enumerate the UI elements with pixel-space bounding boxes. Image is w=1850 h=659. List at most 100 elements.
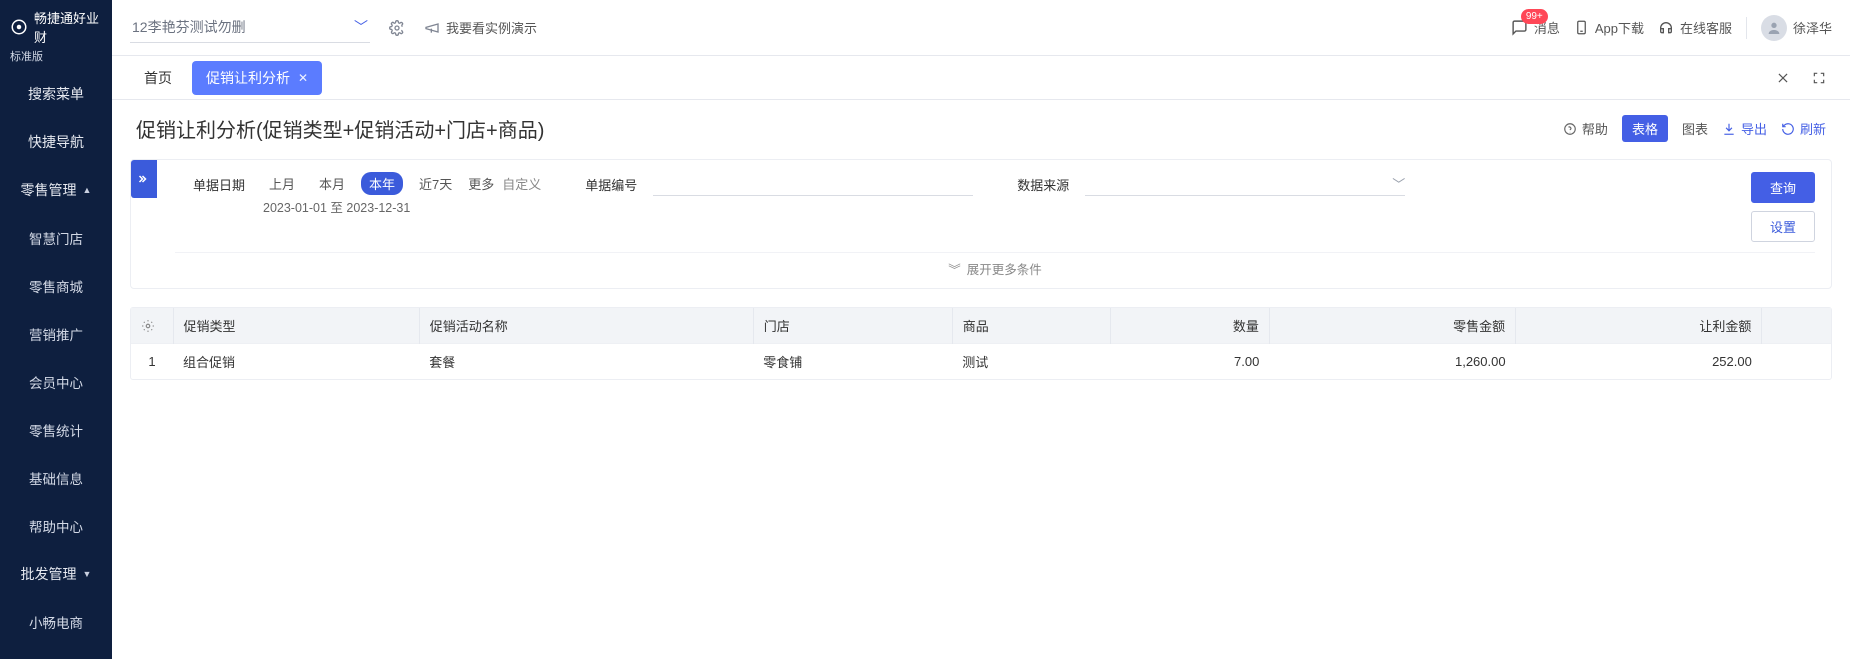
- tab-home[interactable]: 首页: [130, 61, 186, 95]
- col-discount[interactable]: 让利金额: [1516, 308, 1762, 344]
- cell-activity: 套餐: [419, 344, 753, 380]
- cell-product: 测试: [952, 344, 1111, 380]
- sidebar-section-retail[interactable]: 零售管理 ▲: [0, 166, 112, 214]
- filter-code-input[interactable]: [653, 172, 973, 196]
- sidebar-item-marketing[interactable]: 营销推广: [0, 310, 112, 358]
- gear-icon: [141, 319, 163, 333]
- col-type[interactable]: 促销类型: [173, 308, 419, 344]
- tab-promo-analysis[interactable]: 促销让利分析 ✕: [192, 61, 322, 95]
- table-header-row: 促销类型 促销活动名称 门店 商品 数量 零售金额 让利金额: [131, 308, 1831, 344]
- row-index: 1: [131, 344, 173, 380]
- range-last-month[interactable]: 上月: [261, 172, 303, 195]
- download-label: App下载: [1595, 18, 1644, 37]
- range-this-year[interactable]: 本年: [361, 172, 403, 195]
- col-activity[interactable]: 促销活动名称: [419, 308, 753, 344]
- filter-code: 单据编号: [567, 172, 973, 196]
- main: 12李艳芬测试勿删 ﹀ 我要看实例演示 99+ 消息: [112, 0, 1850, 659]
- col-product[interactable]: 商品: [952, 308, 1111, 344]
- filter-panel: 单据日期 上月 本月 本年 近7天 更多 自定义 2023-01-01 至 20…: [130, 159, 1832, 289]
- settings-icon[interactable]: [384, 15, 410, 41]
- user-menu[interactable]: 徐泽华: [1761, 15, 1832, 41]
- table-row[interactable]: 1 组合促销 套餐 零食铺 测试 7.00 1,260.00 252.00: [131, 344, 1831, 380]
- brand: 畅捷通好业财: [0, 0, 112, 48]
- col-sales[interactable]: 零售金额: [1269, 308, 1515, 344]
- demo-link[interactable]: 我要看实例演示: [424, 18, 537, 37]
- tabbar: 首页 促销让利分析 ✕: [112, 56, 1850, 100]
- range-custom[interactable]: 自定义: [502, 174, 541, 193]
- chevron-down-icon: ﹀: [1392, 174, 1405, 193]
- sidebar-section-label: 批发管理: [21, 564, 77, 584]
- filter-source-select[interactable]: ﹀: [1085, 172, 1405, 196]
- chevron-down-icon: ▼: [83, 569, 92, 579]
- double-chevron-down-icon: ︾: [948, 259, 961, 278]
- settings-button[interactable]: 设置: [1751, 211, 1815, 242]
- support-action[interactable]: 在线客服: [1658, 18, 1732, 37]
- cell-discount: 252.00: [1516, 344, 1762, 380]
- export-button[interactable]: 导出: [1722, 119, 1767, 138]
- sidebar-nav: 搜索菜单 快捷导航 零售管理 ▲ 智慧门店 零售商城 营销推广 会员中心 零售统…: [0, 70, 112, 646]
- range-this-month[interactable]: 本月: [311, 172, 353, 195]
- megaphone-icon: [424, 20, 440, 36]
- demo-link-label: 我要看实例演示: [446, 18, 537, 37]
- filter-source-label: 数据来源: [999, 172, 1069, 194]
- export-icon: [1722, 122, 1736, 136]
- filter-code-label: 单据编号: [567, 172, 637, 194]
- brand-edition: 标准版: [0, 48, 112, 70]
- cell-qty: 7.00: [1111, 344, 1270, 380]
- sidebar-item-ecommerce[interactable]: 小畅电商: [0, 598, 112, 646]
- range-more[interactable]: 更多: [468, 174, 494, 193]
- results-table: 促销类型 促销活动名称 门店 商品 数量 零售金额 让利金额 1 组合促销 套: [130, 307, 1832, 380]
- tab-label: 首页: [144, 68, 172, 88]
- sidebar-quicknav[interactable]: 快捷导航: [0, 118, 112, 166]
- download-action[interactable]: App下载: [1574, 18, 1644, 37]
- col-store[interactable]: 门店: [753, 308, 952, 344]
- col-settings[interactable]: [131, 308, 173, 344]
- help-icon: [1563, 122, 1577, 136]
- expand-more-conditions[interactable]: ︾ 展开更多条件: [175, 252, 1815, 284]
- user-name: 徐泽华: [1793, 18, 1832, 37]
- view-chart-label: 图表: [1682, 119, 1708, 138]
- sidebar-search[interactable]: 搜索菜单: [0, 70, 112, 118]
- sidebar-item-baseinfo[interactable]: 基础信息: [0, 454, 112, 502]
- filter-date: 单据日期 上月 本月 本年 近7天 更多 自定义 2023-01-01 至 20…: [175, 172, 541, 216]
- expand-handle[interactable]: [131, 160, 157, 198]
- refresh-label: 刷新: [1800, 119, 1826, 138]
- cell-sales: 1,260.00: [1269, 344, 1515, 380]
- org-name: 12李艳芬测试勿删: [132, 17, 246, 37]
- tab-close-button[interactable]: [1770, 65, 1796, 91]
- separator: [1746, 17, 1747, 39]
- view-table-button[interactable]: 表格: [1622, 115, 1668, 142]
- org-select[interactable]: 12李艳芬测试勿删 ﹀: [130, 13, 370, 42]
- query-button[interactable]: 查询: [1751, 172, 1815, 203]
- cell-type: 组合促销: [173, 344, 419, 380]
- tab-label: 促销让利分析: [206, 68, 290, 88]
- sidebar-item-smartstore[interactable]: 智慧门店: [0, 214, 112, 262]
- date-range-text: 2023-01-01 至 2023-12-31: [261, 197, 541, 216]
- help-button[interactable]: 帮助: [1563, 119, 1608, 138]
- sidebar-section-wholesale[interactable]: 批发管理 ▼: [0, 550, 112, 598]
- sidebar-item-member[interactable]: 会员中心: [0, 358, 112, 406]
- view-chart-button[interactable]: 图表: [1682, 119, 1708, 138]
- refresh-button[interactable]: 刷新: [1781, 119, 1826, 138]
- filter-source: 数据来源 ﹀: [999, 172, 1405, 196]
- sidebar-item-retailstats[interactable]: 零售统计: [0, 406, 112, 454]
- page-header: 促销让利分析(促销类型+促销活动+门店+商品) 帮助 表格 图表: [112, 100, 1850, 153]
- sidebar-item-retailmall[interactable]: 零售商城: [0, 262, 112, 310]
- page-title: 促销让利分析(促销类型+促销活动+门店+商品): [136, 114, 544, 143]
- col-qty[interactable]: 数量: [1111, 308, 1270, 344]
- chevron-down-icon: ﹀: [354, 17, 368, 37]
- close-icon[interactable]: ✕: [298, 71, 308, 85]
- support-label: 在线客服: [1680, 18, 1732, 37]
- col-spacer: [1762, 308, 1831, 344]
- sidebar-section-label: 零售管理: [21, 180, 77, 200]
- headset-icon: [1658, 20, 1674, 36]
- sidebar-item-helpcenter[interactable]: 帮助中心: [0, 502, 112, 550]
- topbar: 12李艳芬测试勿删 ﹀ 我要看实例演示 99+ 消息: [112, 0, 1850, 56]
- avatar-icon: [1761, 15, 1787, 41]
- range-7days[interactable]: 近7天: [411, 172, 460, 195]
- view-table-label: 表格: [1632, 119, 1658, 138]
- filter-date-label: 单据日期: [175, 172, 245, 194]
- messages-action[interactable]: 99+ 消息: [1511, 18, 1560, 37]
- fullscreen-button[interactable]: [1806, 65, 1832, 91]
- brand-logo-icon: [10, 18, 28, 36]
